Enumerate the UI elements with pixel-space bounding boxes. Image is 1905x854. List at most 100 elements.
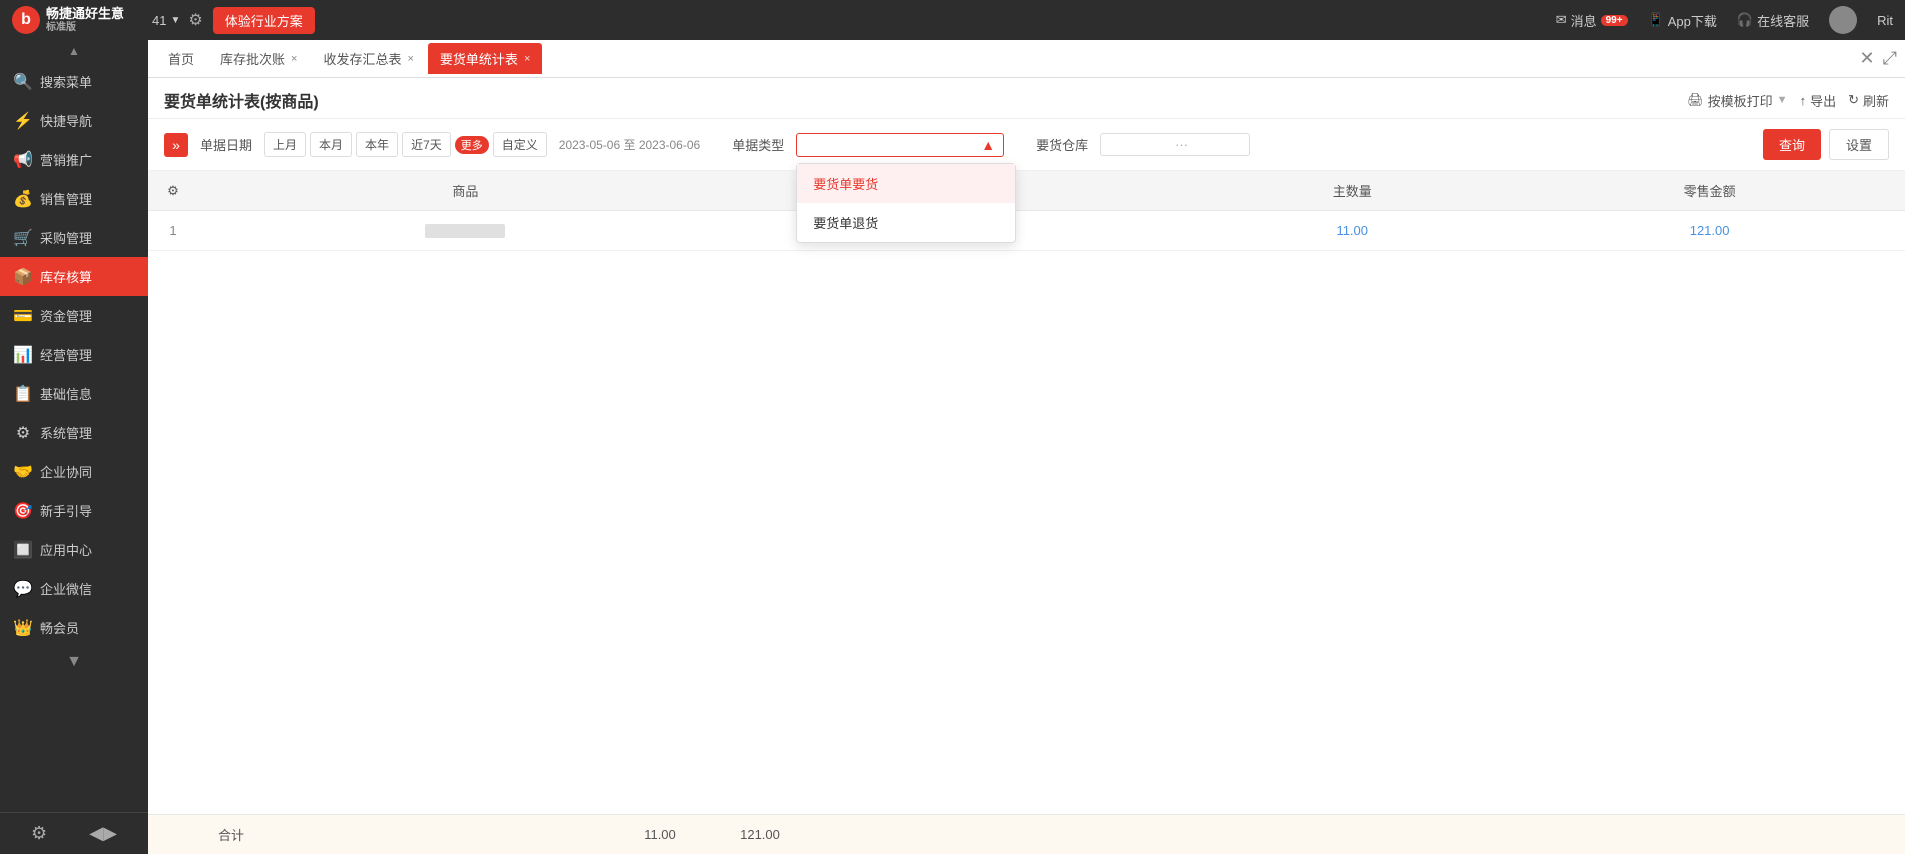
tab-home[interactable]: 首页	[156, 43, 206, 74]
message-btn[interactable]: ✉ 消息 99+	[1556, 11, 1628, 30]
tab-expand-icon[interactable]: ⤢	[1883, 48, 1897, 69]
industry-btn[interactable]: 体验行业方案	[213, 7, 315, 34]
filter-expand-btn[interactable]: »	[164, 133, 188, 157]
dropdown-item-return[interactable]: 要货单退货	[797, 203, 1015, 242]
current-month-btn[interactable]: 本月	[310, 132, 352, 157]
member-icon: 👑	[14, 619, 32, 637]
sidebar-item-sales[interactable]: 💰 销售管理	[0, 179, 148, 218]
sidebar-item-operation[interactable]: 📊 经营管理	[0, 335, 148, 374]
type-dropdown-menu: 要货单要货 要货单退货	[796, 163, 1016, 243]
filter-bar: » 单据日期 上月 本月 本年 近7天 更多 自定义 2023-05-06 至 …	[148, 119, 1905, 171]
enterprise-icon: 🤝	[14, 463, 32, 481]
quick-nav-icon: ⚡	[14, 112, 32, 130]
headset-icon: 🎧	[1737, 12, 1753, 28]
date-buttons: 上月 本月 本年 近7天 更多 自定义	[264, 132, 547, 157]
tab-receivable-summary[interactable]: 收发存汇总表 ×	[311, 43, 425, 74]
sidebar-item-label: 应用中心	[40, 540, 92, 559]
sidebar-item-label: 快捷导航	[40, 111, 92, 130]
prev-month-btn[interactable]: 上月	[264, 132, 306, 157]
sidebar-item-appstore[interactable]: 🔲 应用中心	[0, 530, 148, 569]
quantity-link[interactable]: 11.00	[1336, 223, 1368, 238]
tab-inventory-batch[interactable]: 库存批次账 ×	[208, 43, 309, 74]
settings-btn[interactable]: 设置	[1829, 129, 1889, 160]
tab-close-all-icon[interactable]: ✕	[1860, 48, 1875, 69]
type-filter-label: 单据类型	[732, 135, 784, 154]
tab-bar-right: ✕ ⤢	[1860, 48, 1898, 69]
sidebar-item-enterprise[interactable]: 🤝 企业协同	[0, 452, 148, 491]
sidebar-item-inventory[interactable]: 📦 库存核算	[0, 257, 148, 296]
chevron-down-icon: ▼	[1777, 94, 1788, 106]
current-year-btn[interactable]: 本年	[356, 132, 398, 157]
date-more-badge[interactable]: 更多	[455, 136, 489, 154]
sidebar-item-marketing[interactable]: 📢 营销推广	[0, 140, 148, 179]
column-settings-icon[interactable]: ⚙	[167, 183, 179, 198]
page-content: 要货单统计表(按商品) 🖨 按模板打印 ▼ ↑ 导出 ↻ 刷新	[148, 78, 1905, 854]
col-amount-label: 零售金额	[1684, 184, 1736, 199]
type-select-input[interactable]	[805, 137, 981, 152]
warehouse-select-box[interactable]: ···	[1100, 133, 1250, 156]
sidebar-item-label: 企业微信	[40, 579, 92, 598]
tab-home-label: 首页	[168, 49, 194, 68]
sidebar-item-system[interactable]: ⚙ 系统管理	[0, 413, 148, 452]
content-area: 首页 库存批次账 × 收发存汇总表 × 要货单统计表 × ✕ ⤢ 要	[148, 40, 1905, 854]
export-btn[interactable]: ↑ 导出	[1800, 91, 1837, 110]
sidebar-item-label: 系统管理	[40, 423, 92, 442]
sidebar-item-label: 库存核算	[40, 267, 92, 286]
app-download-btn[interactable]: 📱 App下载	[1648, 11, 1717, 30]
wechat-icon: 💬	[14, 580, 32, 598]
date-custom-btn[interactable]: 自定义	[493, 132, 547, 157]
dots-icon[interactable]: ···	[1175, 137, 1241, 152]
query-btn[interactable]: 查询	[1763, 129, 1821, 160]
sidebar-item-label: 营销推广	[40, 150, 92, 169]
store-selector[interactable]: 41 ▼	[152, 13, 180, 28]
sidebar-item-label: 畅会员	[40, 618, 79, 637]
sidebar-item-quick-nav[interactable]: ⚡ 快捷导航	[0, 101, 148, 140]
store-name: 41	[152, 13, 166, 28]
gear-icon[interactable]: ⚙	[188, 10, 202, 30]
sidebar-item-search[interactable]: 🔍 搜索菜单	[0, 62, 148, 101]
print-template-btn[interactable]: 🖨 按模板打印 ▼	[1687, 91, 1787, 110]
sidebar-item-purchase[interactable]: 🛒 采购管理	[0, 218, 148, 257]
date-filter-label: 单据日期	[200, 135, 252, 154]
message-label: 消息	[1571, 11, 1597, 30]
tab-close-icon[interactable]: ×	[291, 53, 297, 65]
row-number: 1	[169, 223, 176, 238]
cell-amount: 121.00	[1514, 211, 1905, 251]
sidebar-item-label: 搜索菜单	[40, 72, 92, 91]
sidebar-item-guide[interactable]: 🎯 新手引导	[0, 491, 148, 530]
search-icon: 🔍	[14, 73, 32, 91]
sidebar-item-label: 采购管理	[40, 228, 92, 247]
tab-close-icon[interactable]: ×	[407, 53, 413, 65]
col-product-label: 商品	[452, 184, 478, 199]
col-settings: ⚙	[148, 171, 198, 211]
tab-order-stats[interactable]: 要货单统计表 ×	[428, 43, 542, 74]
sidebar-item-wechat[interactable]: 💬 企业微信	[0, 569, 148, 608]
sidebar-item-basic[interactable]: 📋 基础信息	[0, 374, 148, 413]
tab-bar: 首页 库存批次账 × 收发存汇总表 × 要货单统计表 × ✕ ⤢	[148, 40, 1905, 78]
footer-values: 11.00 121.00	[410, 827, 810, 842]
main-layout: ▲ 🔍 搜索菜单 ⚡ 快捷导航 📢 营销推广 💰 销售管理 🛒 采购管理 📦 库…	[0, 40, 1905, 854]
online-service-btn[interactable]: 🎧 在线客服	[1737, 11, 1809, 30]
type-select-box[interactable]: ▲	[796, 133, 1004, 157]
dropdown-item-return-label: 要货单退货	[813, 216, 878, 231]
sidebar-settings-icon[interactable]: ⚙	[31, 823, 47, 844]
chevron-up-icon[interactable]: ▲	[981, 137, 995, 153]
last-7-days-btn[interactable]: 近7天	[402, 132, 451, 157]
sidebar-scroll-up[interactable]: ▲	[0, 40, 148, 62]
refresh-icon: ↻	[1848, 92, 1859, 108]
dropdown-item-order[interactable]: 要货单要货	[797, 164, 1015, 203]
amount-link[interactable]: 121.00	[1690, 223, 1730, 238]
footer-total-label: 合计	[210, 825, 410, 844]
sidebar-scroll-down[interactable]: ▼	[0, 647, 148, 677]
sidebar-collapse-icon[interactable]: ◀▶	[89, 823, 117, 844]
user-avatar[interactable]	[1829, 6, 1857, 34]
online-service-label: 在线客服	[1757, 11, 1809, 30]
refresh-btn[interactable]: ↻ 刷新	[1848, 91, 1889, 110]
sidebar-item-member[interactable]: 👑 畅会员	[0, 608, 148, 647]
phone-icon: 📱	[1648, 12, 1664, 28]
sidebar-item-finance[interactable]: 💳 资金管理	[0, 296, 148, 335]
tab-close-icon[interactable]: ×	[524, 53, 530, 65]
col-amount: 零售金额	[1514, 171, 1905, 211]
product-name-placeholder	[425, 224, 505, 238]
page-header-actions: 🖨 按模板打印 ▼ ↑ 导出 ↻ 刷新	[1687, 91, 1889, 110]
